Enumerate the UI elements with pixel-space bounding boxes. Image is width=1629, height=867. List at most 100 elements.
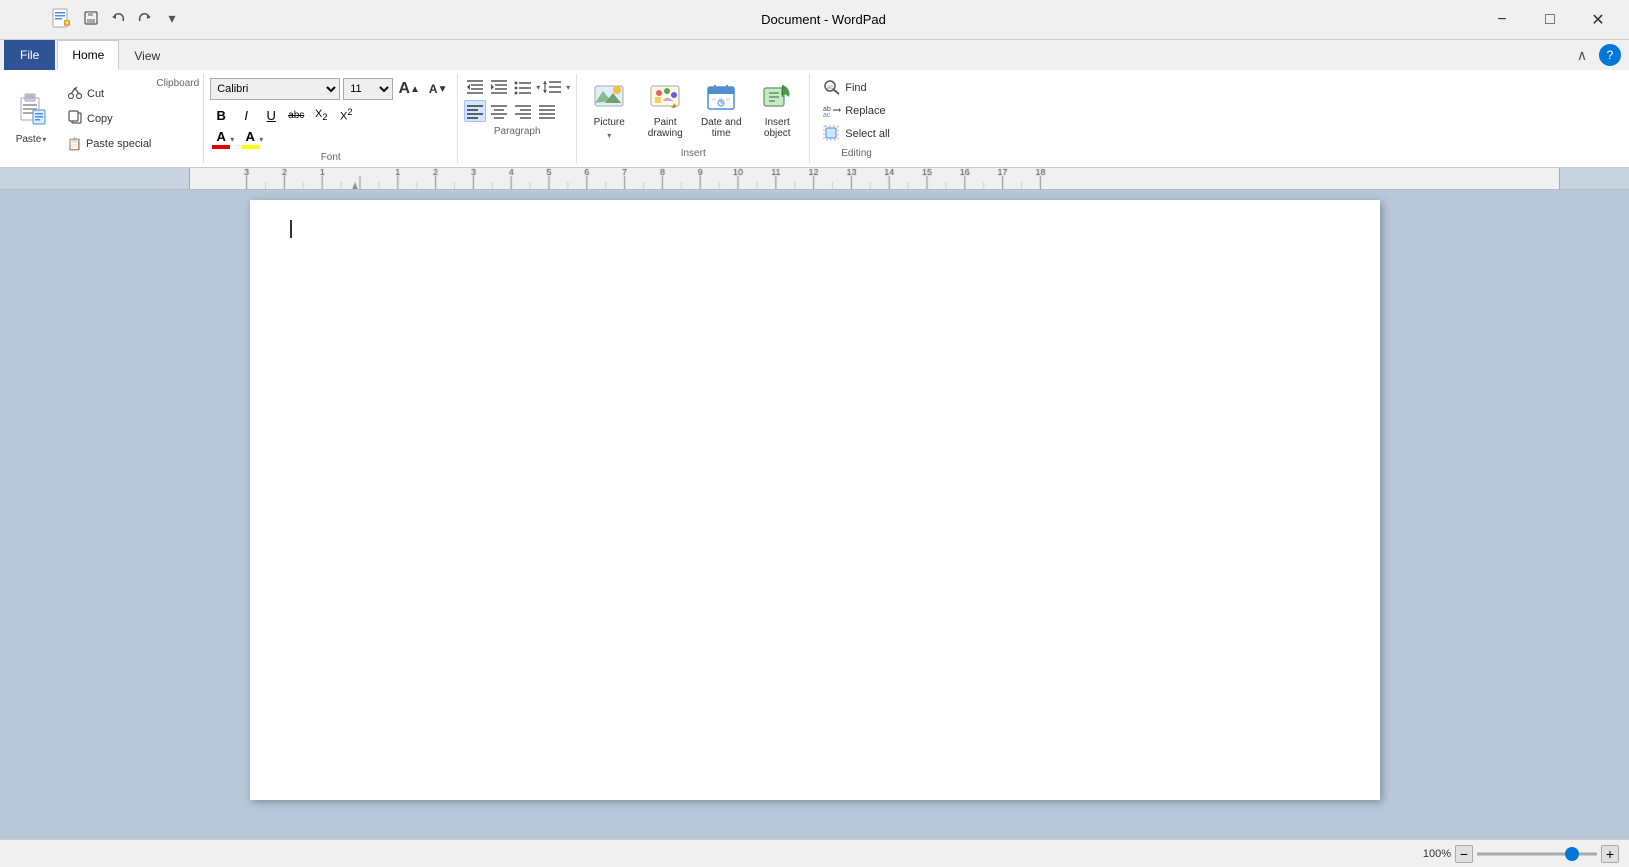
subscript-button[interactable]: X2	[310, 104, 332, 126]
copy-button[interactable]: Copy	[62, 108, 156, 130]
close-button[interactable]: ✕	[1575, 4, 1621, 36]
zoom-slider[interactable]	[1477, 852, 1597, 856]
paste-special-button[interactable]: 📋 Paste special	[62, 133, 156, 155]
highlight-color-swatch	[241, 145, 259, 149]
italic-icon: I	[244, 108, 248, 123]
font-shrink-button[interactable]: A ▼	[425, 76, 451, 102]
picture-icon	[593, 83, 625, 114]
zoom-slider-thumb[interactable]	[1565, 847, 1579, 861]
increase-indent-button[interactable]	[488, 76, 510, 98]
select-all-button[interactable]: Select all	[816, 123, 897, 145]
tab-file[interactable]: File	[4, 40, 55, 70]
find-button[interactable]: ac Find	[816, 77, 897, 99]
align-right-icon	[514, 103, 532, 119]
strikethrough-button[interactable]: abc	[285, 104, 307, 126]
undo-quick-button[interactable]	[106, 6, 130, 30]
date-time-icon	[705, 83, 737, 114]
redo-quick-button[interactable]	[133, 6, 157, 30]
superscript-button[interactable]: X2	[335, 104, 357, 126]
highlight-dropdown-arrow: ▾	[259, 135, 263, 144]
minimize-button[interactable]: −	[1479, 4, 1525, 36]
bullets-dropdown-arrow: ▾	[536, 83, 540, 92]
font-color-button[interactable]: A ▾	[210, 128, 236, 150]
zoom-area: 100% − +	[1423, 845, 1619, 863]
font-group: Calibri 11 A ▲ A ▼ B I U	[204, 74, 458, 163]
paint-drawing-button[interactable]: Paint drawing	[639, 80, 691, 142]
insert-group-label: Insert	[583, 146, 803, 161]
date-time-label: Date and time	[701, 117, 742, 139]
app-icon	[50, 7, 72, 29]
ruler-right-margin	[1559, 168, 1629, 189]
save-quick-button[interactable]	[79, 6, 103, 30]
font-size-select[interactable]: 11	[343, 78, 393, 100]
help-button[interactable]: ?	[1599, 44, 1621, 66]
replace-label: Replace	[845, 105, 885, 117]
text-cursor	[290, 220, 292, 238]
cut-icon	[67, 84, 83, 103]
page-container	[245, 200, 1385, 829]
underline-button[interactable]: U	[260, 104, 282, 126]
editing-group-label: Editing	[816, 146, 897, 161]
select-all-label: Select all	[845, 128, 890, 140]
copy-label: Copy	[87, 113, 113, 125]
ruler	[0, 168, 1629, 190]
document-page[interactable]	[250, 200, 1380, 800]
font-group-label: Font	[210, 150, 451, 165]
customize-quick-access-button[interactable]: ▾	[160, 6, 184, 30]
zoom-decrease-button[interactable]: −	[1455, 845, 1473, 863]
align-left-button[interactable]	[464, 100, 486, 122]
bullets-button[interactable]	[512, 76, 534, 98]
maximize-button[interactable]: □	[1527, 4, 1573, 36]
font-family-select[interactable]: Calibri	[210, 78, 340, 100]
paragraph-group: ▾ ▾	[458, 74, 577, 163]
svg-text:ac: ac	[823, 112, 831, 118]
quick-access-toolbar: ▾	[50, 6, 184, 30]
paste-label: Paste	[16, 134, 42, 145]
title-bar: ▾ Document - WordPad − □ ✕	[0, 0, 1629, 40]
ribbon-tabs: File Home View ∧ ?	[0, 40, 1629, 70]
select-all-icon	[823, 125, 841, 144]
subscript-icon: X2	[315, 108, 327, 122]
editing-group: ac Find ab ac Replace	[810, 74, 903, 163]
zoom-slider-track	[1477, 853, 1597, 855]
highlight-color-button[interactable]: A ▾	[239, 128, 265, 150]
cut-button[interactable]: Cut	[62, 83, 156, 105]
tab-view[interactable]: View	[119, 40, 175, 70]
paste-button[interactable]: Paste ▾	[4, 89, 58, 149]
font-color-swatch	[212, 145, 230, 149]
date-time-button[interactable]: Date and time	[695, 80, 747, 142]
justify-icon	[538, 103, 556, 119]
find-icon: ac	[823, 79, 841, 98]
font-shrink-icon: A	[429, 82, 438, 96]
picture-dropdown-arrow: ▾	[607, 131, 611, 140]
underline-icon: U	[267, 108, 276, 123]
italic-button[interactable]: I	[235, 104, 257, 126]
ruler-canvas	[190, 168, 1559, 189]
bold-icon: B	[217, 108, 226, 123]
decrease-indent-button[interactable]	[464, 76, 486, 98]
bold-button[interactable]: B	[210, 104, 232, 126]
align-right-button[interactable]	[512, 100, 534, 122]
paste-special-label: Paste special	[86, 138, 151, 150]
strikethrough-icon: abc	[288, 110, 304, 121]
tab-home[interactable]: Home	[57, 40, 119, 70]
minimize-ribbon-button[interactable]: ∧	[1571, 44, 1593, 66]
cut-label: Cut	[87, 88, 104, 100]
increase-indent-icon	[489, 78, 509, 96]
align-center-icon	[490, 103, 508, 119]
picture-button[interactable]: Picture ▾	[583, 80, 635, 143]
find-label: Find	[845, 82, 866, 94]
window-title: Document - WordPad	[168, 12, 1479, 27]
ribbon: Paste ▾	[0, 70, 1629, 168]
zoom-increase-button[interactable]: +	[1601, 845, 1619, 863]
status-bar: 100% − +	[0, 839, 1629, 867]
replace-button[interactable]: ab ac Replace	[816, 100, 897, 122]
copy-icon	[67, 109, 83, 128]
font-grow-button[interactable]: A ▲	[396, 76, 422, 102]
decrease-indent-icon	[465, 78, 485, 96]
line-spacing-button[interactable]	[542, 76, 564, 98]
justify-button[interactable]	[536, 100, 558, 122]
align-center-button[interactable]	[488, 100, 510, 122]
insert-group: Picture ▾ Paint dr	[577, 74, 810, 163]
insert-object-button[interactable]: Insert object	[751, 80, 803, 142]
